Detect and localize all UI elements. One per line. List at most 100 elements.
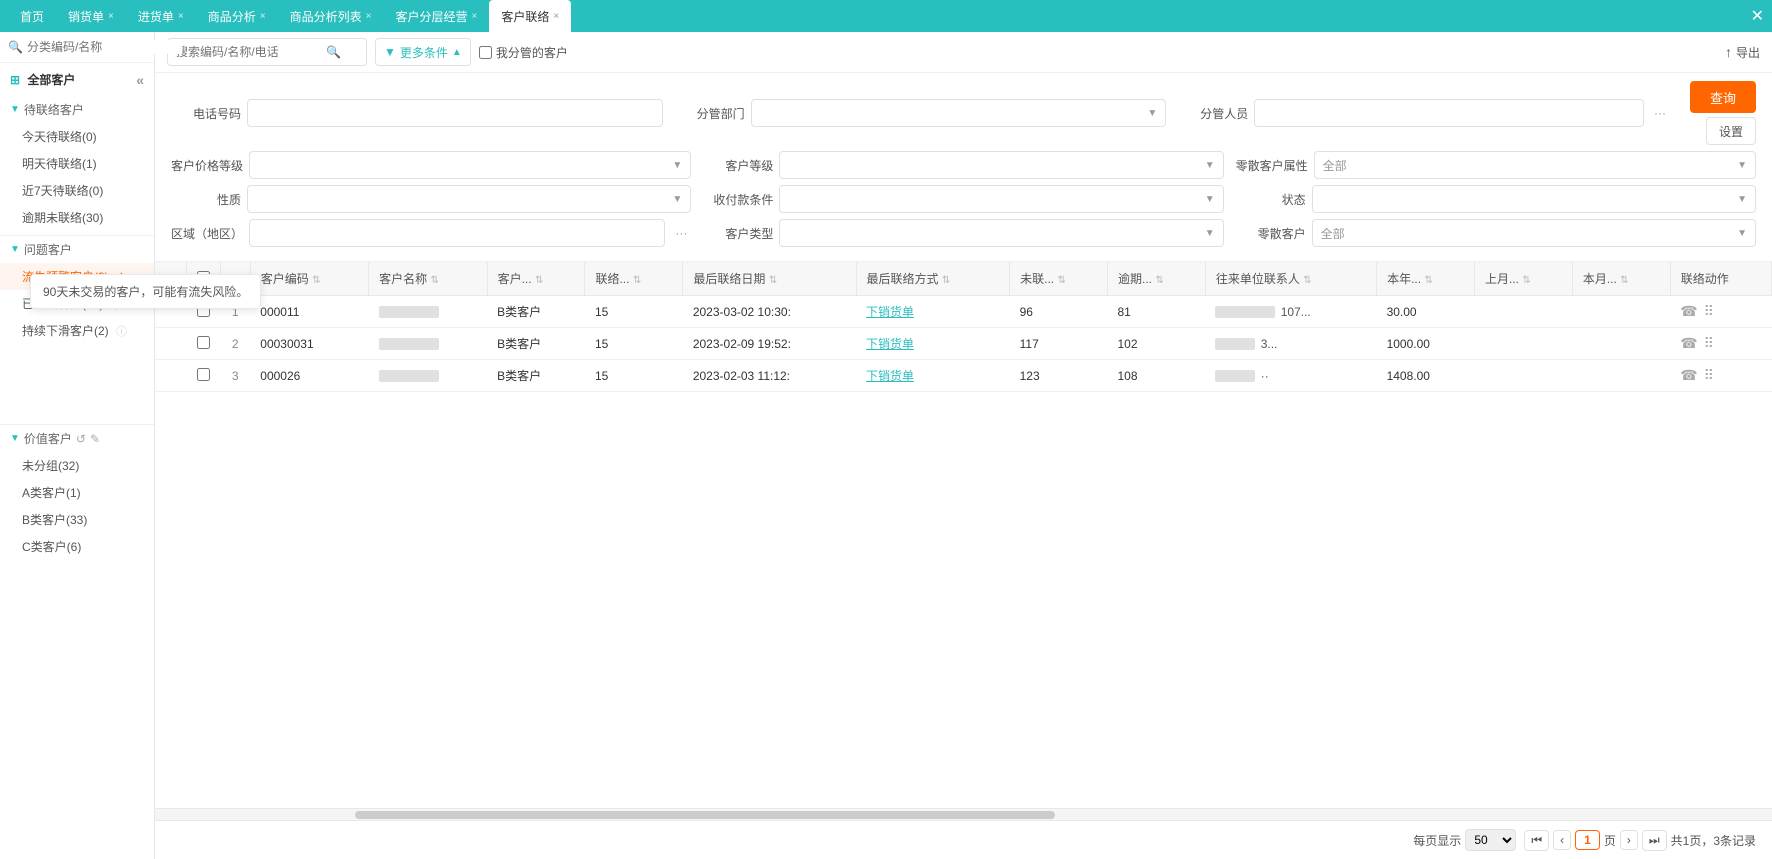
region-select[interactable] — [249, 219, 665, 247]
hscroll-thumb[interactable] — [355, 811, 1055, 819]
tab-sales-close[interactable]: × — [108, 11, 114, 22]
sort-icon-overdue[interactable]: ⇅ — [1155, 275, 1163, 286]
info-icon-declining: ⓘ — [116, 326, 127, 338]
price-level-select[interactable]: ▼ — [249, 151, 691, 179]
tab-purchase[interactable]: 进货单 × — [126, 0, 196, 32]
th-contact[interactable]: 联络... ⇅ — [585, 262, 683, 296]
th-not-contacted[interactable]: 未联... ⇅ — [1010, 262, 1108, 296]
tab-customer-contact[interactable]: 客户联络 × — [489, 0, 571, 32]
unit-blur-1a — [1215, 306, 1275, 318]
more-action-icon-2[interactable]: ⠿ — [1704, 335, 1714, 352]
nature-select[interactable]: ▼ — [247, 185, 691, 213]
td-code-3: 000026 — [250, 360, 368, 392]
horizontal-scrollbar[interactable] — [155, 808, 1772, 820]
edit-icon-valued[interactable]: ✎ — [90, 432, 100, 446]
sidebar-item-class-b[interactable]: B类客户(33) — [0, 506, 154, 533]
zero-attr-select[interactable]: 全部 ▼ — [1314, 151, 1756, 179]
sidebar-group-pending[interactable]: ▼ 待联络客户 — [0, 96, 154, 123]
sidebar-item-tomorrow[interactable]: 明天待联络(1) — [0, 150, 154, 177]
more-conditions-btn[interactable]: ▼ 更多条件 ▲ — [375, 38, 471, 66]
th-overdue[interactable]: 逾期... ⇅ — [1107, 262, 1205, 296]
tab-customer-tier[interactable]: 客户分层经营 × — [383, 0, 489, 32]
customer-level-select[interactable]: ▼ — [779, 151, 1223, 179]
first-page-btn[interactable]: ⏮ — [1524, 830, 1549, 851]
dept-select[interactable]: ▼ — [751, 99, 1167, 127]
th-last-month[interactable]: 上月... ⇅ — [1474, 262, 1572, 296]
prev-page-btn[interactable]: ‹ — [1553, 830, 1571, 850]
sidebar-item-overdue-contact[interactable]: 逾期未联络(30) — [0, 204, 154, 231]
sidebar-item-week[interactable]: 近7天待联络(0) — [0, 177, 154, 204]
my-customers-check[interactable] — [479, 46, 492, 59]
tab-home[interactable]: 首页 — [8, 0, 56, 32]
zero-customer-select[interactable]: 全部 ▼ — [1312, 219, 1756, 247]
sidebar-item-class-c[interactable]: C类客户(6) — [0, 533, 154, 560]
tab-sales[interactable]: 销货单 × — [56, 0, 126, 32]
manager-dots[interactable]: ··· — [1650, 106, 1670, 120]
sidebar-group-problem[interactable]: ▼ 问题客户 — [0, 236, 154, 263]
td-last-method-3[interactable]: 下销货单 — [856, 360, 1010, 392]
th-level[interactable]: 客户... ⇅ — [487, 262, 585, 296]
sidebar-item-declining[interactable]: 持续下滑客户(2) ⓘ — [0, 317, 154, 344]
more-action-icon-1[interactable]: ⠿ — [1704, 303, 1714, 320]
filter-search-input[interactable] — [176, 45, 326, 59]
sort-icon-code[interactable]: ⇅ — [312, 275, 320, 286]
sort-icon-contact[interactable]: ⇅ — [633, 275, 641, 286]
last-page-btn[interactable]: ⏭ — [1642, 830, 1667, 851]
td-last-method-1[interactable]: 下销货单 — [856, 296, 1010, 328]
tab-customer-contact-close[interactable]: × — [553, 11, 559, 22]
sort-icon-tmonth[interactable]: ⇅ — [1620, 275, 1628, 286]
td-checkbox-3[interactable] — [186, 360, 220, 392]
sort-icon-last-date[interactable]: ⇅ — [769, 275, 777, 286]
phone-action-icon-2[interactable]: ☎ — [1680, 335, 1697, 352]
tab-analysis[interactable]: 商品分析 × — [196, 0, 278, 32]
th-unit-contact[interactable]: 往来单位联系人 ⇅ — [1205, 262, 1376, 296]
settings-button[interactable]: 设置 — [1706, 117, 1756, 145]
sort-icon-year[interactable]: ⇅ — [1424, 275, 1432, 286]
row-checkbox-2[interactable] — [197, 336, 210, 349]
th-name[interactable]: 客户名称 ⇅ — [369, 262, 487, 296]
region-dots[interactable]: ··· — [671, 226, 691, 240]
sort-icon-name[interactable]: ⇅ — [431, 275, 439, 286]
sidebar-item-ungrouped[interactable]: 未分组(32) — [0, 452, 154, 479]
manager-select[interactable] — [1254, 99, 1644, 127]
sidebar-item-today[interactable]: 今天待联络(0) — [0, 123, 154, 150]
close-window-btn[interactable]: ✕ — [1751, 6, 1764, 26]
status-select[interactable]: ▼ — [1312, 185, 1756, 213]
sidebar-all-customers[interactable]: ⊞ 全部客户 « — [0, 63, 154, 96]
tab-customer-tier-close[interactable]: × — [471, 11, 477, 22]
tab-analysis-close[interactable]: × — [260, 11, 266, 22]
th-last-method[interactable]: 最后联络方式 ⇅ — [856, 262, 1010, 296]
export-btn[interactable]: ↑ 导出 — [1725, 44, 1760, 61]
td-checkbox-2[interactable] — [186, 328, 220, 360]
tab-analysis-table-close[interactable]: × — [366, 11, 372, 22]
phone-action-icon-1[interactable]: ☎ — [1680, 303, 1697, 320]
refresh-icon-valued[interactable]: ↺ — [76, 432, 86, 446]
phone-action-icon-3[interactable]: ☎ — [1680, 367, 1697, 384]
query-button[interactable]: 查询 — [1690, 81, 1756, 113]
tab-purchase-close[interactable]: × — [178, 11, 184, 22]
th-this-year[interactable]: 本年... ⇅ — [1377, 262, 1475, 296]
next-page-btn[interactable]: › — [1620, 830, 1638, 850]
payment-select[interactable]: ▼ — [779, 185, 1223, 213]
filter-search-icon[interactable]: 🔍 — [326, 45, 341, 59]
th-code[interactable]: 客户编码 ⇅ — [250, 262, 368, 296]
th-last-date[interactable]: 最后联络日期 ⇅ — [683, 262, 856, 296]
phone-input[interactable] — [247, 99, 663, 127]
td-last-method-2[interactable]: 下销货单 — [856, 328, 1010, 360]
sort-icon-lmonth[interactable]: ⇅ — [1522, 275, 1530, 286]
sidebar-search-input[interactable] — [27, 40, 182, 54]
tab-analysis-table[interactable]: 商品分析列表 × — [278, 0, 384, 32]
per-page-select[interactable]: 50 20 100 — [1465, 829, 1516, 851]
my-customers-checkbox[interactable]: 我分管的客户 — [479, 44, 568, 61]
th-this-month[interactable]: 本月... ⇅ — [1572, 262, 1670, 296]
sidebar-group-valued[interactable]: ▼ 价值客户 ↺ ✎ — [0, 425, 154, 452]
sidebar-collapse-btn[interactable]: « — [136, 72, 144, 88]
customer-type-select[interactable]: ▼ — [779, 219, 1223, 247]
sort-icon-not-contacted[interactable]: ⇅ — [1057, 275, 1065, 286]
sort-icon-level[interactable]: ⇅ — [535, 275, 543, 286]
sort-icon-unit[interactable]: ⇅ — [1303, 275, 1311, 286]
more-action-icon-3[interactable]: ⠿ — [1704, 367, 1714, 384]
sidebar-item-class-a[interactable]: A类客户(1) — [0, 479, 154, 506]
sort-icon-last-method[interactable]: ⇅ — [942, 275, 950, 286]
row-checkbox-3[interactable] — [197, 368, 210, 381]
